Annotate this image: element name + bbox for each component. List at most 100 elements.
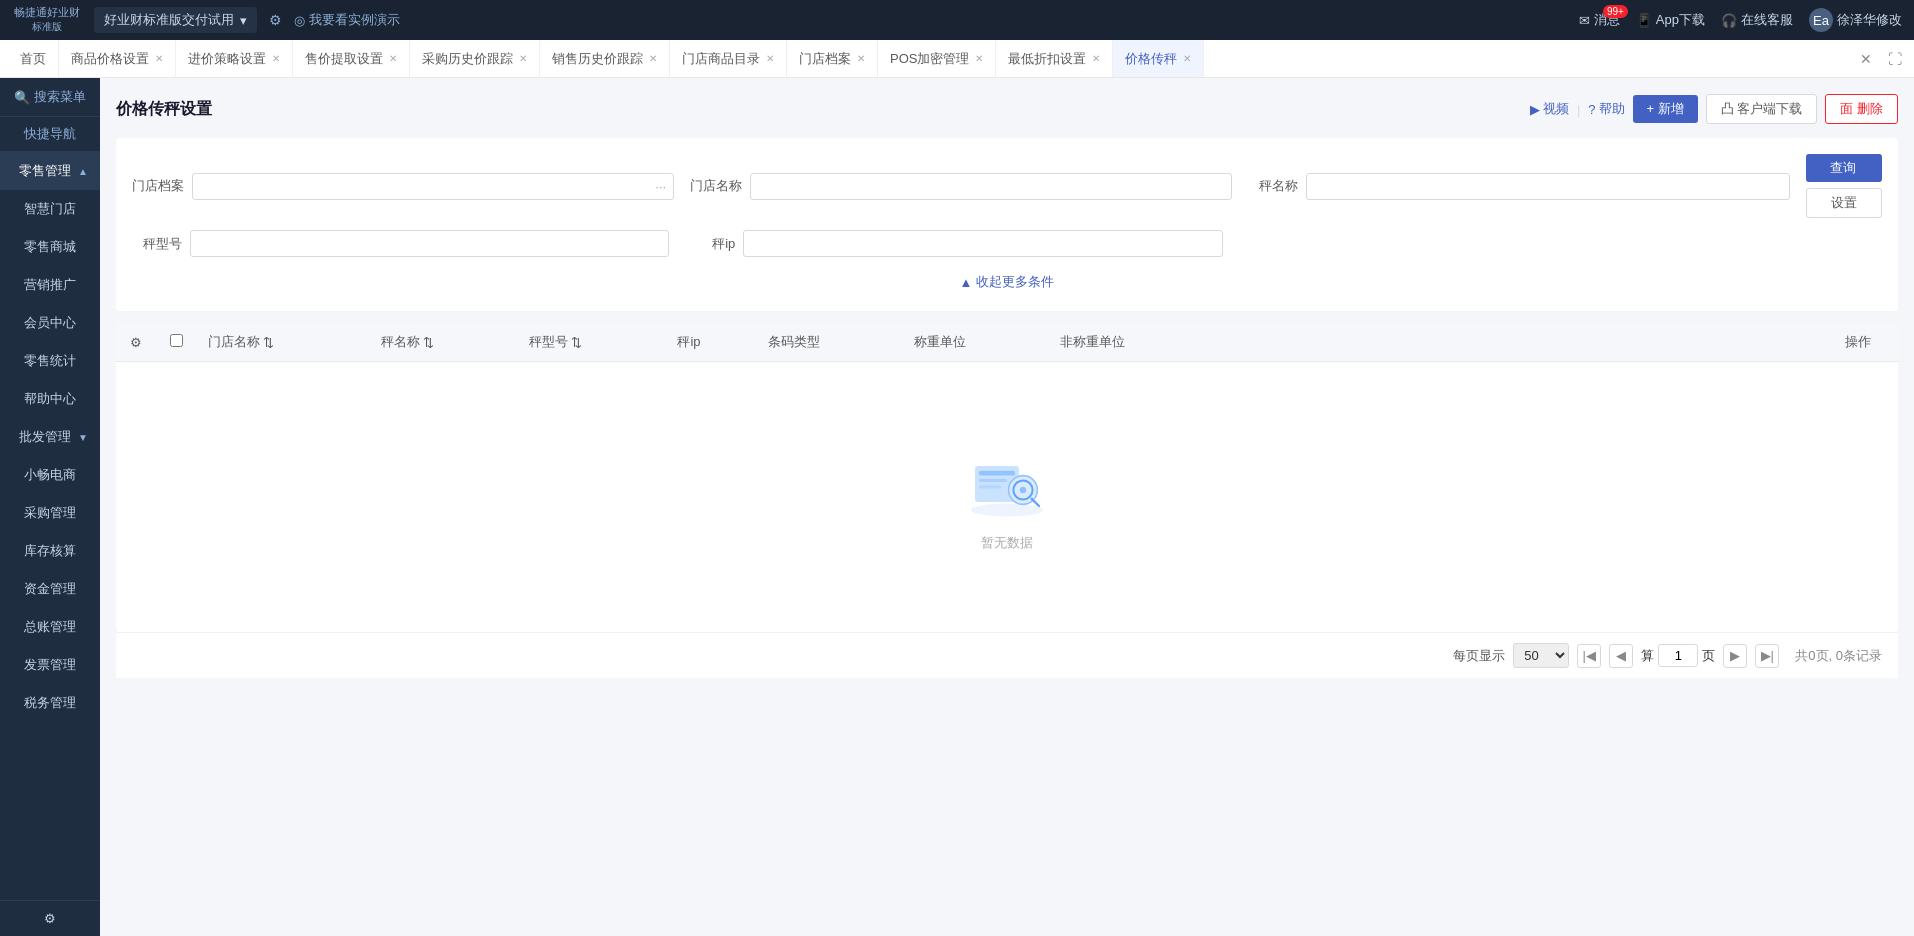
- version-dropdown[interactable]: 好业财标准版交付试用 ▾: [94, 7, 257, 33]
- sidebar-quick-nav[interactable]: 快捷导航: [0, 117, 100, 152]
- sidebar-item-general-ledger[interactable]: 总账管理: [0, 608, 100, 646]
- prev-page-button[interactable]: ◀: [1609, 644, 1633, 668]
- main-layout: 🔍 搜索菜单 快捷导航 零售管理 ▲ 智慧门店 零售商城 营销推广 会员中心 零…: [0, 78, 1914, 936]
- tab-home[interactable]: 首页: [8, 40, 59, 77]
- scale-name-input[interactable]: [1306, 173, 1790, 200]
- tab-pos-manage[interactable]: POS加密管理 ✕: [878, 40, 996, 77]
- sidebar-item-retail-shop[interactable]: 零售商城: [0, 228, 100, 266]
- sidebar-item-xiao-chang[interactable]: 小畅电商: [0, 456, 100, 494]
- store-archive-dots-icon[interactable]: ···: [655, 179, 666, 194]
- tab-store-archive-close[interactable]: ✕: [857, 53, 865, 64]
- tab-min-discount[interactable]: 最低折扣设置 ✕: [996, 40, 1113, 77]
- tab-store-catalog[interactable]: 门店商品目录 ✕: [670, 40, 787, 77]
- scale-ip-input[interactable]: [743, 230, 1222, 257]
- th-gear[interactable]: ⚙: [116, 323, 156, 362]
- sidebar: 🔍 搜索菜单 快捷导航 零售管理 ▲ 智慧门店 零售商城 营销推广 会员中心 零…: [0, 78, 100, 936]
- tab-expand-button[interactable]: ⛶: [1884, 51, 1906, 67]
- first-page-button[interactable]: |◀: [1577, 644, 1601, 668]
- tab-goods-price[interactable]: 商品价格设置 ✕: [59, 40, 176, 77]
- sidebar-item-wholesale-manage[interactable]: 批发管理 ▼: [0, 418, 100, 456]
- setup-button[interactable]: 设置: [1806, 188, 1882, 218]
- svg-rect-4: [979, 485, 1001, 488]
- th-checkbox[interactable]: [156, 323, 196, 362]
- help-label: 帮助: [1599, 100, 1625, 118]
- query-button[interactable]: 查询: [1806, 154, 1882, 182]
- tab-pos-manage-label: POS加密管理: [890, 50, 969, 68]
- demo-link[interactable]: ◎ 我要看实例演示: [294, 11, 400, 29]
- last-page-button[interactable]: ▶|: [1755, 644, 1779, 668]
- tab-store-archive[interactable]: 门店档案 ✕: [787, 40, 878, 77]
- online-service-button[interactable]: 🎧 在线客服: [1721, 11, 1793, 29]
- empty-state-row: 暂无数据: [116, 362, 1898, 633]
- tab-sales-history[interactable]: 销售历史价跟踪 ✕: [540, 40, 670, 77]
- sidebar-item-smart-store[interactable]: 智慧门店: [0, 190, 100, 228]
- th-store-name-sort[interactable]: 门店名称 ⇅: [208, 333, 274, 351]
- tab-goods-price-close[interactable]: ✕: [155, 53, 163, 64]
- page-input[interactable]: [1658, 644, 1698, 667]
- sidebar-item-purchase-manage[interactable]: 采购管理: [0, 494, 100, 532]
- tab-price-scale-close[interactable]: ✕: [1183, 53, 1191, 64]
- store-archive-group: 门店档案 ···: [132, 173, 674, 200]
- tab-store-catalog-close[interactable]: ✕: [766, 53, 774, 64]
- settings-icon[interactable]: ⚙: [269, 12, 282, 28]
- scale-model-input[interactable]: [190, 230, 669, 257]
- sidebar-item-member[interactable]: 会员中心: [0, 304, 100, 342]
- tab-purchase-strategy[interactable]: 进价策略设置 ✕: [176, 40, 293, 77]
- th-scale-model-sort[interactable]: 秤型号 ⇅: [529, 333, 582, 351]
- select-all-checkbox[interactable]: [170, 334, 183, 347]
- delete-button[interactable]: 面 删除: [1825, 94, 1898, 124]
- video-link[interactable]: ▶ 视频: [1530, 100, 1569, 118]
- add-button[interactable]: + 新增: [1633, 95, 1698, 123]
- logo-sub: 标准版: [32, 20, 62, 34]
- sidebar-item-fund-manage[interactable]: 资金管理: [0, 570, 100, 608]
- empty-text: 暂无数据: [981, 534, 1033, 552]
- tab-sale-price-close[interactable]: ✕: [389, 53, 397, 64]
- sidebar-item-retail-manage[interactable]: 零售管理 ▲: [0, 152, 100, 190]
- sidebar-item-marketing[interactable]: 营销推广: [0, 266, 100, 304]
- sidebar-item-retail-stats[interactable]: 零售统计: [0, 342, 100, 380]
- next-page-icon: ▶: [1730, 648, 1740, 663]
- next-page-button[interactable]: ▶: [1723, 644, 1747, 668]
- tab-min-discount-close[interactable]: ✕: [1092, 53, 1100, 64]
- app-download-label: App下载: [1656, 11, 1705, 29]
- store-name-input[interactable]: [750, 173, 1232, 200]
- per-page-select[interactable]: 20 50 100: [1513, 643, 1569, 668]
- content-area: 价格传秤设置 ▶ 视频 | ? 帮助 + 新增 凸 客户端下载: [100, 78, 1914, 936]
- sidebar-item-help-center[interactable]: 帮助中心: [0, 380, 100, 418]
- tab-close-all-button[interactable]: ✕: [1856, 51, 1876, 67]
- app-icon: 📱: [1636, 13, 1652, 28]
- sidebar-search[interactable]: 🔍 搜索菜单: [0, 78, 100, 117]
- service-icon: 🎧: [1721, 13, 1737, 28]
- sidebar-item-invoice-manage[interactable]: 发票管理: [0, 646, 100, 684]
- help-link[interactable]: ? 帮助: [1588, 100, 1624, 118]
- sidebar-item-inventory[interactable]: 库存核算: [0, 532, 100, 570]
- pagination-total: 共0页, 0条记录: [1795, 647, 1882, 665]
- sidebar-item-wholesale-manage-label: 批发管理: [12, 428, 78, 446]
- scale-ip-group: 秤ip: [685, 230, 1222, 257]
- user-menu[interactable]: Ea 徐泽华修改: [1809, 8, 1902, 32]
- sidebar-item-invoice-manage-label: 发票管理: [12, 656, 88, 674]
- messages-button[interactable]: ✉ 消息 99+: [1579, 11, 1620, 29]
- collapse-bar[interactable]: ▲ 收起更多条件: [132, 269, 1882, 295]
- tab-purchase-history-close[interactable]: ✕: [519, 53, 527, 64]
- empty-state-icon: [957, 442, 1057, 522]
- download-button[interactable]: 凸 客户端下载: [1706, 94, 1818, 124]
- store-archive-input[interactable]: [192, 173, 674, 200]
- top-bar: 畅捷通好业财 标准版 好业财标准版交付试用 ▾ ⚙ ◎ 我要看实例演示 ✉ 消息…: [0, 0, 1914, 40]
- tab-purchase-strategy-close[interactable]: ✕: [272, 53, 280, 64]
- th-scale-name-sort[interactable]: 秤名称 ⇅: [381, 333, 434, 351]
- divider: |: [1577, 102, 1580, 117]
- sidebar-footer[interactable]: ⚙: [0, 900, 100, 936]
- app-download-button[interactable]: 📱 App下载: [1636, 11, 1705, 29]
- tab-purchase-history[interactable]: 采购历史价跟踪 ✕: [410, 40, 540, 77]
- th-scale-ip: 秤ip: [665, 323, 756, 362]
- tab-sale-price[interactable]: 售价提取设置 ✕: [293, 40, 410, 77]
- tab-sales-history-close[interactable]: ✕: [649, 53, 657, 64]
- sidebar-item-purchase-manage-label: 采购管理: [12, 504, 88, 522]
- tab-price-scale[interactable]: 价格传秤 ✕: [1113, 40, 1204, 77]
- dropdown-arrow-icon: ▾: [240, 13, 247, 28]
- scale-model-label: 秤型号: [132, 235, 182, 253]
- tab-pos-manage-close[interactable]: ✕: [975, 53, 983, 64]
- message-icon: ✉: [1579, 13, 1590, 28]
- sidebar-item-tax-manage[interactable]: 税务管理: [0, 684, 100, 722]
